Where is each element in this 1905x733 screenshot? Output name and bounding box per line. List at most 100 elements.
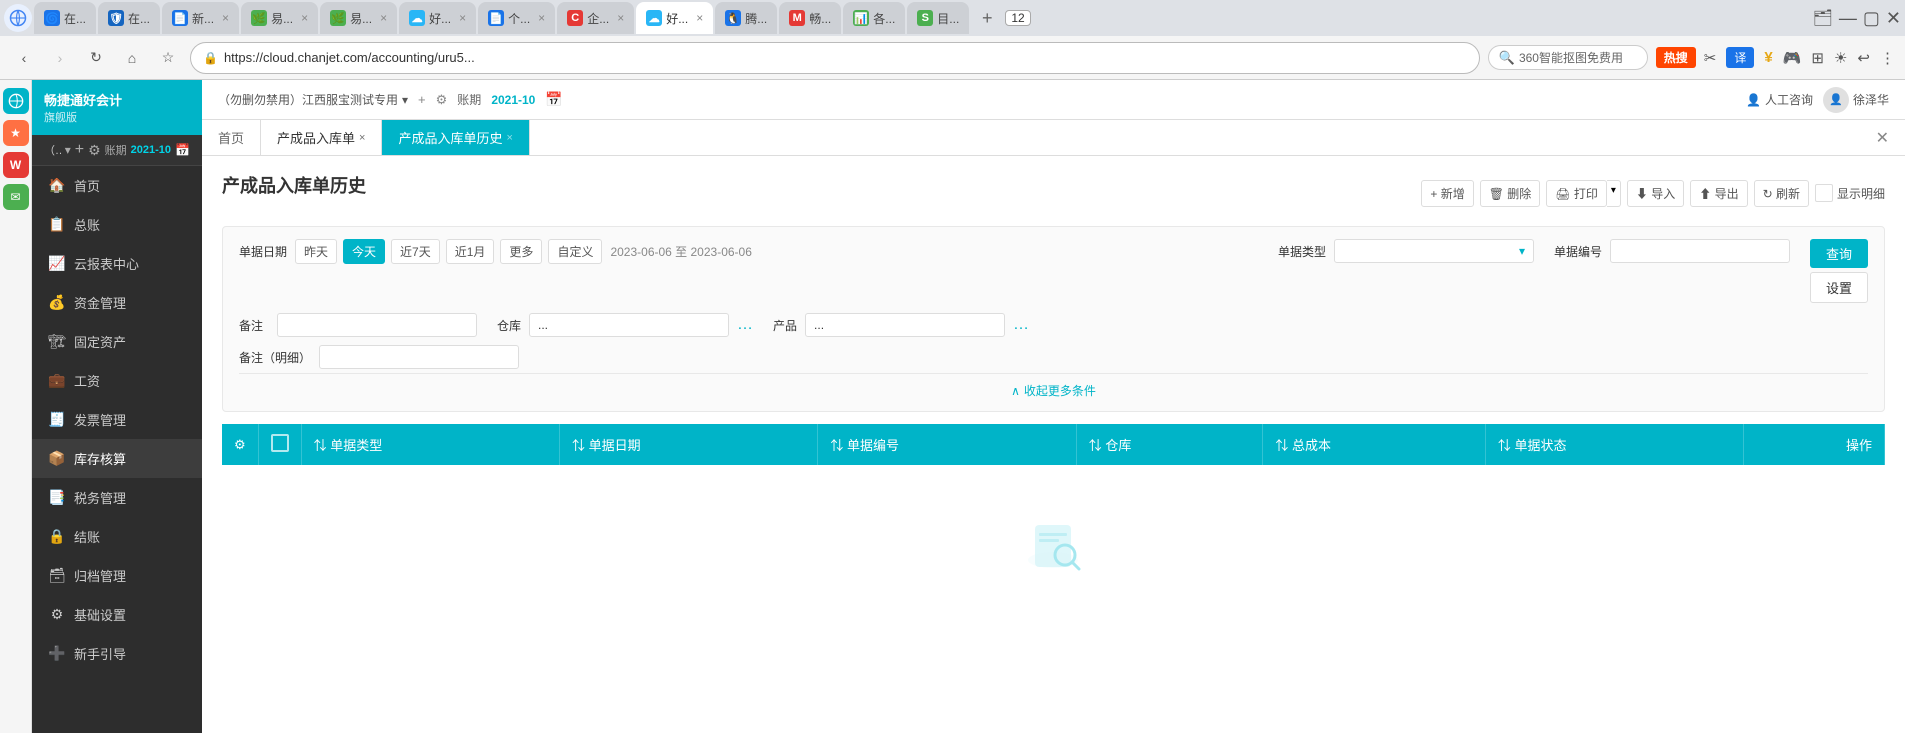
- sidebar-item-tax[interactable]: 📑 税务管理: [32, 478, 202, 517]
- sidebar-item-fund[interactable]: 💰 资金管理: [32, 283, 202, 322]
- total-cost-column-header[interactable]: ⇅ 总成本: [1263, 424, 1486, 465]
- tab-hao2[interactable]: ☁ 好... ×: [636, 2, 713, 34]
- brightness-icon[interactable]: ☀: [1834, 49, 1847, 67]
- sidebar-item-guide[interactable]: ➕ 新手引导: [32, 634, 202, 673]
- display-checkbox[interactable]: [1815, 184, 1833, 202]
- tab-close-product-list[interactable]: ×: [359, 132, 365, 144]
- sidebar-item-invoice[interactable]: 🧾 发票管理: [32, 400, 202, 439]
- calendar-icon[interactable]: 📅: [175, 143, 190, 157]
- doc-type-select[interactable]: ▾: [1334, 239, 1534, 263]
- doc-status-column-header[interactable]: ⇅ 单据状态: [1485, 424, 1743, 465]
- tab-new[interactable]: 📄 新... ×: [162, 2, 239, 34]
- warehouse-input[interactable]: [529, 313, 729, 337]
- tab-close-3[interactable]: ×: [222, 11, 229, 25]
- tab-close-product-history[interactable]: ×: [506, 132, 512, 144]
- tab-close-7[interactable]: ×: [538, 11, 545, 25]
- close-window-icon[interactable]: ✕: [1886, 8, 1901, 29]
- checkbox-column-header[interactable]: [258, 424, 301, 465]
- rmb-icon[interactable]: ¥: [1764, 49, 1772, 66]
- tab-hao1[interactable]: ☁ 好... ×: [399, 2, 476, 34]
- maximize-icon[interactable]: ▢: [1863, 8, 1880, 29]
- tab-zaitu[interactable]: 🌀 在...: [34, 2, 96, 34]
- product-dots[interactable]: …: [1013, 316, 1029, 334]
- undo-icon[interactable]: ↩: [1857, 49, 1870, 67]
- add-icon[interactable]: +: [75, 141, 84, 159]
- query-button[interactable]: 查询: [1810, 239, 1868, 268]
- restore-window-icon[interactable]: 🗂: [1813, 8, 1833, 28]
- close-panel-icon[interactable]: ✕: [1876, 128, 1889, 148]
- remark-detail-input[interactable]: [319, 345, 519, 369]
- add-company-icon[interactable]: +: [418, 92, 426, 107]
- tab-chang[interactable]: M 畅...: [779, 2, 841, 34]
- calendar-icon-top[interactable]: 📅: [545, 91, 562, 108]
- home-button[interactable]: ⌂: [118, 44, 146, 72]
- tab-mu[interactable]: S 目...: [907, 2, 969, 34]
- new-button[interactable]: + 新增: [1421, 180, 1473, 207]
- search-bar[interactable]: 🔍 360智能抠图免费用: [1488, 45, 1648, 70]
- gear-column-header[interactable]: ⚙: [222, 424, 258, 465]
- user-profile[interactable]: 👤 徐泽华: [1823, 87, 1889, 113]
- sidebar-item-inventory[interactable]: 📦 库存核算: [32, 439, 202, 478]
- game-icon[interactable]: 🎮: [1783, 49, 1802, 67]
- customer-service[interactable]: 👤 人工咨询: [1746, 91, 1813, 108]
- tab-yi2[interactable]: 🌿 易... ×: [320, 2, 397, 34]
- tab-close-4[interactable]: ×: [301, 11, 308, 25]
- tab-close-5[interactable]: ×: [380, 11, 387, 25]
- doc-date-column-header[interactable]: ⇅ 单据日期: [560, 424, 818, 465]
- tab-yi1[interactable]: 🌿 易... ×: [241, 2, 318, 34]
- doc-no-input[interactable]: [1610, 239, 1790, 263]
- filter-settings-button[interactable]: 设置: [1810, 272, 1868, 303]
- select-all-checkbox[interactable]: [271, 434, 289, 452]
- date-1month[interactable]: 近1月: [446, 239, 495, 264]
- sidebar-item-close[interactable]: 🔒 结账: [32, 517, 202, 556]
- gear-icon[interactable]: ⚙: [436, 92, 448, 108]
- cut-icon[interactable]: ✂: [1704, 49, 1717, 67]
- warehouse-dots[interactable]: …: [737, 316, 753, 334]
- product-input[interactable]: [805, 313, 1005, 337]
- remark-input[interactable]: [277, 313, 477, 337]
- rail-icon-orange[interactable]: ★: [3, 120, 29, 146]
- collapse-filter-button[interactable]: ∧ 收起更多条件: [239, 373, 1868, 399]
- tab-ge[interactable]: 📄 个... ×: [478, 2, 555, 34]
- tab-product-list[interactable]: 产成品入库单 ×: [261, 120, 382, 155]
- tab-ge2[interactable]: 📊 各...: [843, 2, 905, 34]
- tab-tencent[interactable]: 🐧 腾...: [715, 2, 777, 34]
- rail-icon-mail[interactable]: ✉: [3, 184, 29, 210]
- date-7days[interactable]: 近7天: [391, 239, 440, 264]
- tab-close-9[interactable]: ×: [696, 11, 703, 25]
- sidebar-item-ledger[interactable]: 📋 总账: [32, 205, 202, 244]
- new-tab-button[interactable]: +: [971, 2, 1003, 34]
- doc-no-column-header[interactable]: ⇅ 单据编号: [818, 424, 1076, 465]
- tab-qi[interactable]: C 企... ×: [557, 2, 634, 34]
- sidebar-item-settings[interactable]: ⚙ 基础设置: [32, 595, 202, 634]
- forward-button[interactable]: ›: [46, 44, 74, 72]
- hot-search-badge[interactable]: 热搜: [1656, 47, 1696, 68]
- sidebar-item-home[interactable]: 🏠 首页: [32, 166, 202, 205]
- export-button[interactable]: ⬆ 导出: [1690, 180, 1747, 207]
- date-yesterday[interactable]: 昨天: [295, 239, 337, 264]
- import-button[interactable]: ⬇ 导入: [1627, 180, 1684, 207]
- refresh-button[interactable]: ↻: [82, 44, 110, 72]
- date-custom[interactable]: 自定义: [548, 239, 602, 264]
- company-select[interactable]: （勿删勿禁用）江西服宝测试专用 ▾: [218, 91, 408, 108]
- sidebar-item-archive[interactable]: 🗃 归档管理: [32, 556, 202, 595]
- date-today[interactable]: 今天: [343, 239, 385, 264]
- breadcrumb-home[interactable]: 首页: [202, 120, 261, 155]
- sidebar-item-fixed[interactable]: 🏗 固定资产: [32, 322, 202, 361]
- sidebar-item-salary[interactable]: 💼 工资: [32, 361, 202, 400]
- url-bar[interactable]: 🔒 https://cloud.chanjet.com/accounting/u…: [190, 42, 1480, 74]
- warehouse-column-header[interactable]: ⇅ 仓库: [1076, 424, 1263, 465]
- bookmark-button[interactable]: ☆: [154, 44, 182, 72]
- dropdown-icon[interactable]: ▾: [65, 143, 71, 157]
- tab-close-6[interactable]: ×: [459, 11, 466, 25]
- tab-shield[interactable]: 🛡 在...: [98, 2, 160, 34]
- back-button[interactable]: ‹: [10, 44, 38, 72]
- doc-type-column-header[interactable]: ⇅ 单据类型: [301, 424, 559, 465]
- grid-icon[interactable]: ⊞: [1811, 49, 1824, 67]
- browser-icon[interactable]: [4, 4, 32, 32]
- sidebar-item-report[interactable]: 📈 云报表中心: [32, 244, 202, 283]
- delete-button[interactable]: 🗑 删除: [1480, 180, 1541, 207]
- settings-icon[interactable]: ⚙: [88, 142, 101, 159]
- refresh-button-toolbar[interactable]: ↻ 刷新: [1754, 180, 1809, 207]
- print-dropdown-arrow[interactable]: ▾: [1607, 180, 1621, 207]
